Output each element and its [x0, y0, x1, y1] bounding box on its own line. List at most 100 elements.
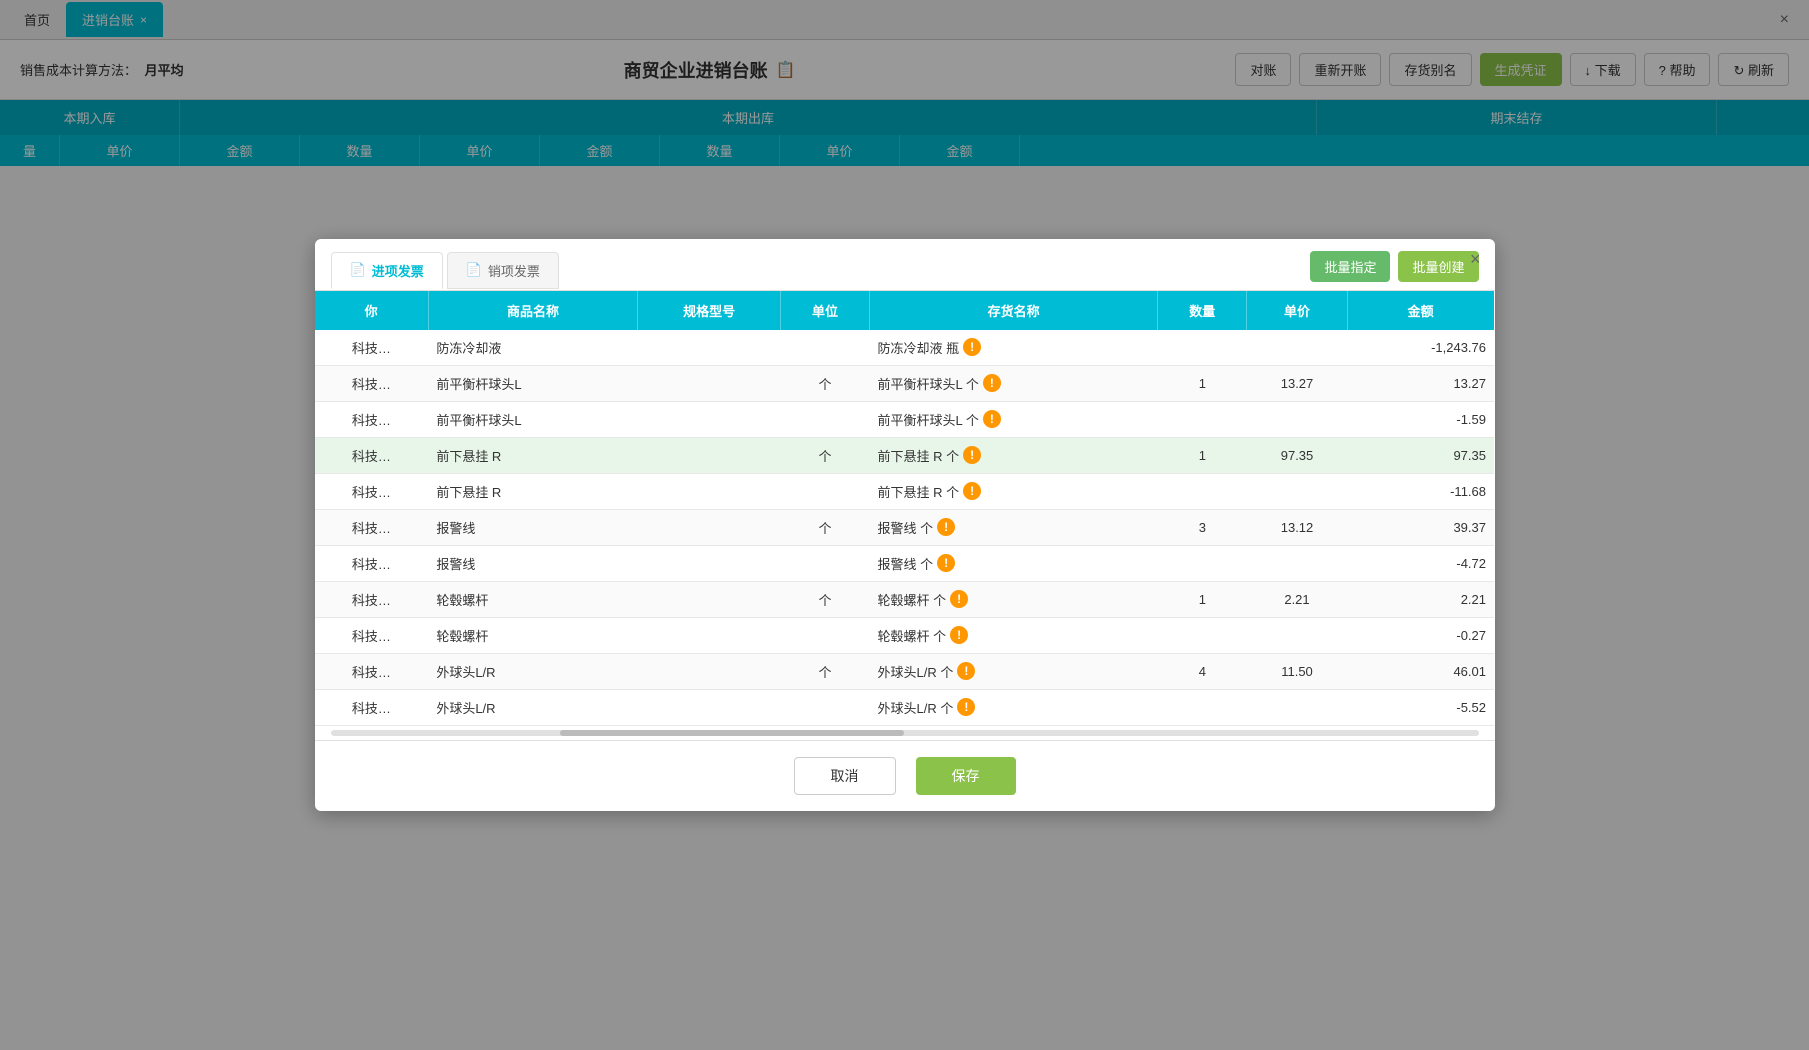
table-cell: [1158, 402, 1247, 438]
table-cell: 13.27: [1247, 366, 1347, 402]
col-header-quantity: 数量: [1158, 291, 1247, 330]
table-cell: -5.52: [1347, 690, 1494, 726]
cancel-button[interactable]: 取消: [794, 757, 896, 795]
table-cell: 前下悬挂 R: [428, 438, 637, 474]
dialog-tabs: 📄 进项发票 📄 销项发票: [331, 252, 559, 289]
table-cell: 报警线: [428, 546, 637, 582]
warning-icon[interactable]: !: [963, 446, 981, 464]
table-cell: [638, 618, 781, 654]
dialog-close-button[interactable]: ×: [1470, 249, 1481, 270]
table-cell: 39.37: [1347, 510, 1494, 546]
inventory-cell: 防冻冷却液 瓶!: [869, 330, 1157, 366]
table-cell: [1158, 546, 1247, 582]
table-row: 科技…外球头L/R外球头L/R 个!-5.52: [315, 690, 1495, 726]
table-cell: [638, 474, 781, 510]
tab-incoming-invoice[interactable]: 📄 进项发票: [331, 252, 443, 289]
table-cell: 2.21: [1247, 582, 1347, 618]
table-cell: [781, 402, 870, 438]
table-cell: [1158, 474, 1247, 510]
table-cell: 个: [781, 438, 870, 474]
table-row: 科技…轮毂螺杆轮毂螺杆 个!-0.27: [315, 618, 1495, 654]
table-cell: -0.27: [1347, 618, 1494, 654]
table-cell: -1,243.76: [1347, 330, 1494, 366]
table-cell: [1158, 690, 1247, 726]
invoice-dialog: 📄 进项发票 📄 销项发票 批量指定 批量创建 × 你 商品名: [315, 239, 1495, 812]
dialog-footer: 取消 保存: [315, 740, 1495, 811]
table-cell: -11.68: [1347, 474, 1494, 510]
inventory-cell: 外球头L/R 个!: [869, 654, 1157, 690]
table-cell: -1.59: [1347, 402, 1494, 438]
col-header-price: 单价: [1247, 291, 1347, 330]
table-cell: 科技…: [315, 654, 429, 690]
table-cell: 1: [1158, 582, 1247, 618]
table-cell: 前平衡杆球头L: [428, 402, 637, 438]
table-cell: [1247, 618, 1347, 654]
col-header-product: 商品名称: [428, 291, 637, 330]
save-button[interactable]: 保存: [916, 757, 1016, 795]
warning-icon[interactable]: !: [983, 374, 1001, 392]
table-cell: 个: [781, 510, 870, 546]
warning-icon[interactable]: !: [963, 338, 981, 356]
table-cell: 防冻冷却液: [428, 330, 637, 366]
table-row: 科技…外球头L/R个外球头L/R 个!411.5046.01: [315, 654, 1495, 690]
table-cell: 前平衡杆球头L: [428, 366, 637, 402]
table-cell: [638, 546, 781, 582]
table-cell: [781, 690, 870, 726]
inventory-cell: 报警线 个!: [869, 510, 1157, 546]
table-cell: [638, 690, 781, 726]
warning-icon[interactable]: !: [937, 554, 955, 572]
batch-assign-button[interactable]: 批量指定: [1310, 251, 1390, 282]
table-cell: 前下悬挂 R: [428, 474, 637, 510]
table-cell: 科技…: [315, 582, 429, 618]
table-row: 科技…轮毂螺杆个轮毂螺杆 个!12.212.21: [315, 582, 1495, 618]
horizontal-scrollbar[interactable]: [331, 730, 1479, 736]
dialog-table-wrapper[interactable]: 你 商品名称 规格型号 单位 存货名称 数量 单价 金额 科技…防冻冷却液防冻冷…: [315, 291, 1495, 727]
dialog-header: 📄 进项发票 📄 销项发票 批量指定 批量创建 ×: [315, 239, 1495, 291]
batch-create-button[interactable]: 批量创建: [1398, 251, 1478, 282]
table-cell: [1247, 330, 1347, 366]
table-row: 科技…报警线 个报警线 个!313.1239.37: [315, 510, 1495, 546]
inventory-cell: 前下悬挂 R 个!: [869, 474, 1157, 510]
table-row: 科技…防冻冷却液 防冻冷却液 瓶! -1,243.76: [315, 330, 1495, 366]
table-cell: [1247, 402, 1347, 438]
table-cell: [1247, 474, 1347, 510]
scrollbar-thumb[interactable]: [560, 730, 904, 736]
table-cell: 1: [1158, 366, 1247, 402]
table-cell: [1158, 330, 1247, 366]
warning-icon[interactable]: !: [957, 698, 975, 716]
table-cell: [638, 438, 781, 474]
table-row: 科技…报警线报警线 个!-4.72: [315, 546, 1495, 582]
table-cell: 科技…: [315, 438, 429, 474]
table-cell: 97.35: [1247, 438, 1347, 474]
table-cell: [638, 402, 781, 438]
table-cell: 97.35: [1347, 438, 1494, 474]
inventory-cell: 轮毂螺杆 个!: [869, 582, 1157, 618]
table-cell: 科技…: [315, 510, 429, 546]
warning-icon[interactable]: !: [937, 518, 955, 536]
table-cell: [638, 366, 781, 402]
col-header-spec: 规格型号: [638, 291, 781, 330]
col-header-supplier: 你: [315, 291, 429, 330]
table-cell: 3: [1158, 510, 1247, 546]
table-cell: 轮毂螺杆: [428, 582, 637, 618]
table-header-row: 你 商品名称 规格型号 单位 存货名称 数量 单价 金额: [315, 291, 1495, 330]
outgoing-icon: 📄: [466, 262, 482, 278]
table-cell: 科技…: [315, 618, 429, 654]
modal-overlay: 📄 进项发票 📄 销项发票 批量指定 批量创建 × 你 商品名: [0, 0, 1809, 1050]
table-cell: 报警线: [428, 510, 637, 546]
table-cell: 科技…: [315, 546, 429, 582]
table-row: 科技…前下悬挂 R前下悬挂 R 个!-11.68: [315, 474, 1495, 510]
table-cell: 外球头L/R: [428, 654, 637, 690]
table-cell: [638, 582, 781, 618]
warning-icon[interactable]: !: [983, 410, 1001, 428]
table-cell: 科技…: [315, 330, 429, 366]
tab-outgoing-invoice[interactable]: 📄 销项发票: [447, 252, 559, 289]
table-cell: [781, 330, 870, 366]
table-cell: 13.12: [1247, 510, 1347, 546]
warning-icon[interactable]: !: [963, 482, 981, 500]
warning-icon[interactable]: !: [950, 626, 968, 644]
warning-icon[interactable]: !: [957, 662, 975, 680]
warning-icon[interactable]: !: [950, 590, 968, 608]
table-cell: [781, 546, 870, 582]
table-cell: [781, 474, 870, 510]
